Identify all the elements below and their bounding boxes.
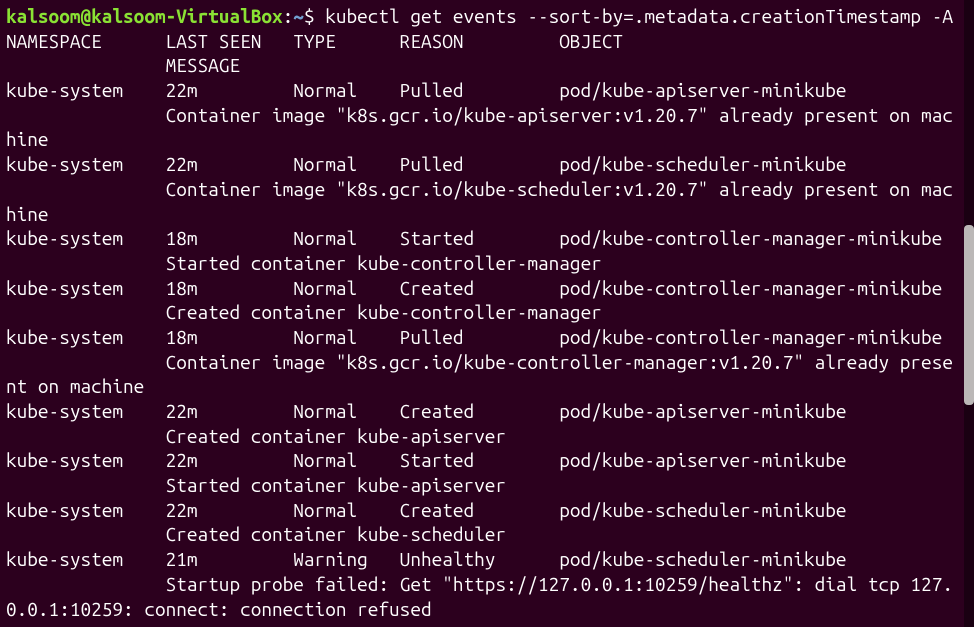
scrollbar-thumb[interactable]: [964, 225, 974, 405]
scrollbar-track[interactable]: [964, 0, 974, 627]
prompt-at: @: [80, 5, 91, 27]
command-text: kubectl get events --sort-by=.metadata.c…: [325, 5, 953, 27]
prompt-dollar: $: [304, 5, 325, 27]
prompt-path: ~: [293, 5, 304, 27]
terminal-output[interactable]: kalsoom@kalsoom-VirtualBox:~$ kubectl ge…: [6, 4, 962, 621]
prompt-host: kalsoom-VirtualBox: [91, 5, 283, 27]
prompt-user: kalsoom: [6, 5, 80, 27]
events-table: NAMESPACE LAST SEEN TYPE REASON OBJECT M…: [6, 30, 953, 620]
prompt-colon: :: [283, 5, 294, 27]
